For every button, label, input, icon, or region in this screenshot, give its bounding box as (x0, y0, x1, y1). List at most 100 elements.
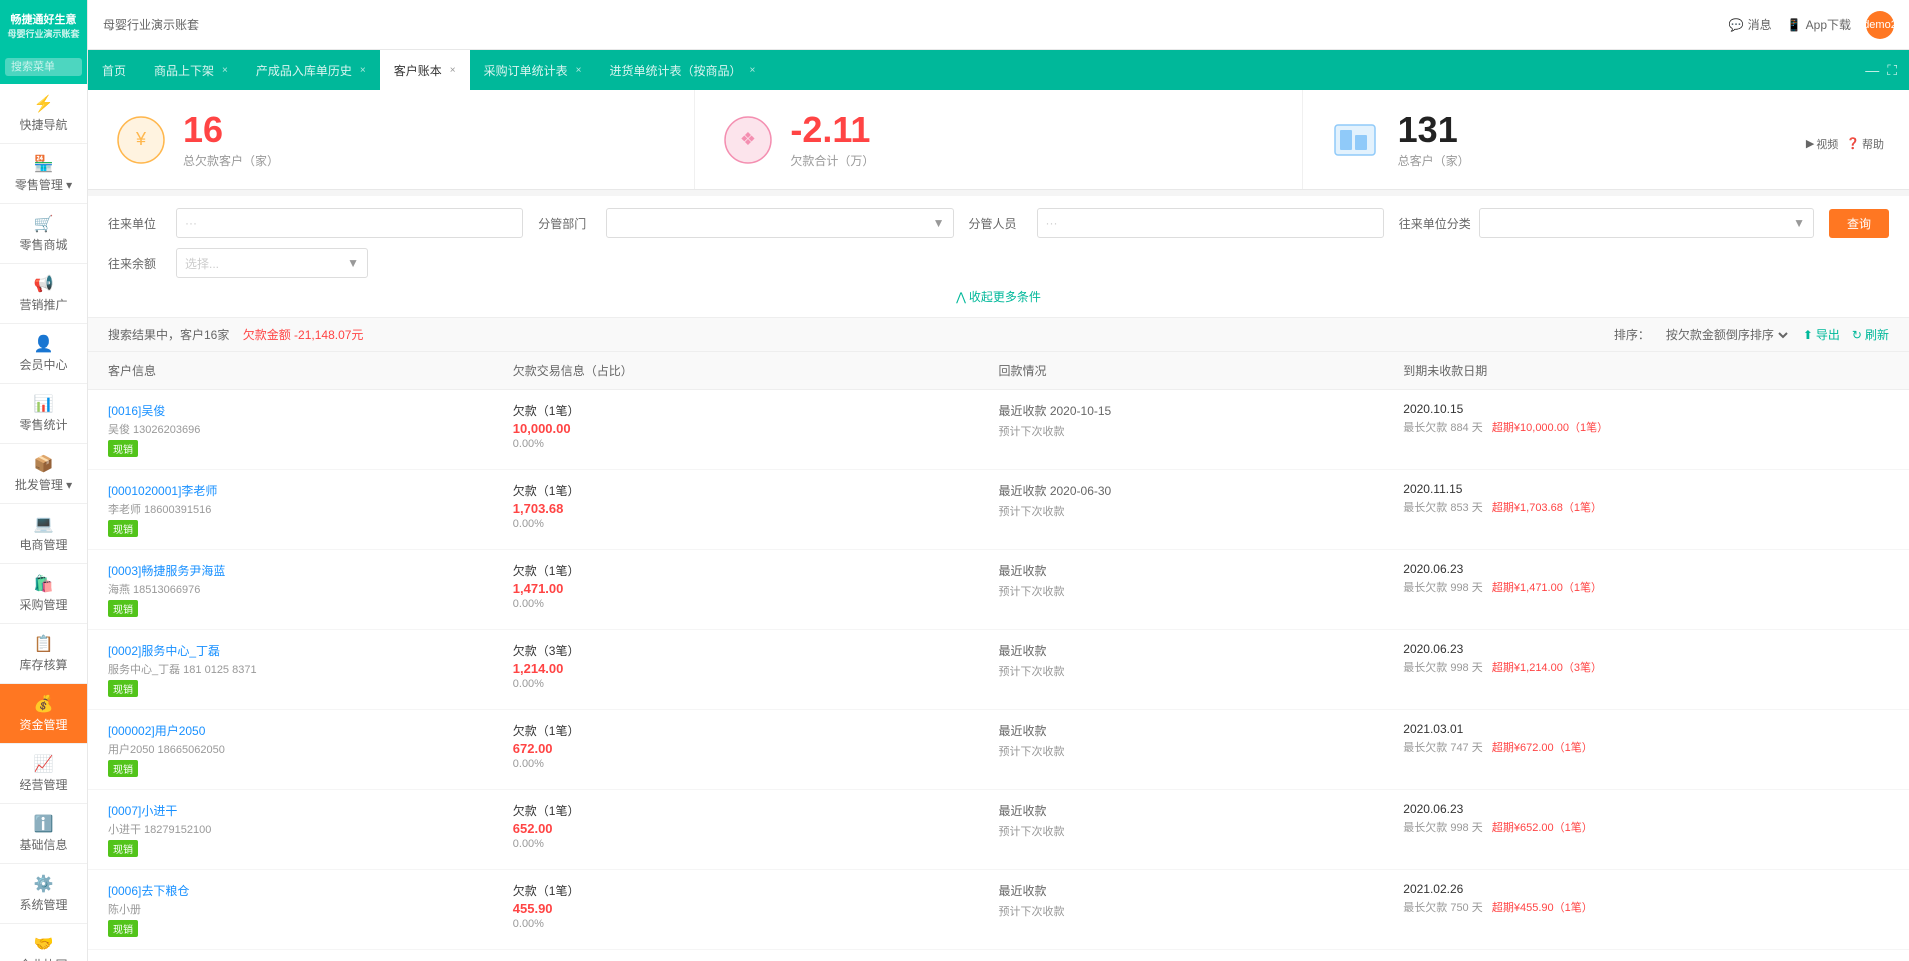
filter-dept-label: 分管部门 (538, 215, 598, 232)
search-input[interactable] (5, 58, 82, 76)
debt-count-3: 欠款（3笔） (513, 642, 999, 659)
sidebar-item-member[interactable]: 👤 会员中心 (0, 324, 87, 384)
customer-info-5: [0007]小进干 小进干 18279152100 现销 (108, 802, 513, 857)
export-button[interactable]: ⬆ 导出 (1803, 326, 1840, 343)
stats-bar: ¥ 16 总欠款客户（家） ❖ -2.11 欠款合计（ (88, 90, 1909, 190)
overdue-link-0[interactable]: 超期¥10,000.00（1笔） (1492, 422, 1608, 434)
message-button[interactable]: 💬 消息 (1729, 16, 1772, 33)
overdue-days-text-0: 最长欠款 884 天 (1403, 422, 1482, 434)
tab-minimize-button[interactable]: — (1861, 60, 1883, 80)
overdue-link-2[interactable]: 超期¥1,471.00（1笔） (1492, 582, 1602, 594)
customer-phone-0: 吴俊 13026203696 (108, 421, 513, 437)
filter-balance-select[interactable]: 选择... ▼ (176, 248, 368, 278)
tab-close-icon[interactable]: × (450, 65, 456, 76)
stat-number-debtors: 16 (183, 110, 669, 150)
topbar: 母婴行业演示账套 💬 消息 📱 App下载 demo2 (88, 0, 1909, 50)
sidebar-item-finance[interactable]: 💰 资金管理 (0, 684, 87, 744)
sidebar-item-batch-mgmt[interactable]: 📦 批发管理 ▾ (0, 444, 87, 504)
debt-percent-3: 0.00% (513, 678, 999, 690)
app-download-icon: 📱 (1787, 18, 1802, 32)
customer-name-6[interactable]: [0006]去下粮仓 (108, 882, 513, 899)
tab-close-icon[interactable]: × (576, 65, 582, 76)
customer-name-3[interactable]: [0002]服务中心_丁磊 (108, 642, 513, 659)
due-info-1: 2020.11.15 最长欠款 853 天 超期¥1,703.68（1笔） (1403, 482, 1889, 515)
due-info-0: 2020.10.15 最长欠款 884 天 超期¥10,000.00（1笔） (1403, 402, 1889, 435)
tab-inventory-stats[interactable]: 进货单统计表（按商品） × (595, 50, 769, 90)
sidebar-item-retail-mall[interactable]: 🛒 零售商城 (0, 204, 87, 264)
tab-customer-account[interactable]: 客户账本 × (380, 50, 470, 90)
stat-icon-debt: ❖ (720, 112, 775, 167)
overdue-link-4[interactable]: 超期¥672.00（1笔） (1492, 742, 1593, 754)
table-row: [000002]用户2050 用户2050 18665062050 现销 欠款（… (88, 710, 1909, 790)
customer-info-6: [0006]去下粮仓 陈小册 现销 (108, 882, 513, 937)
customer-tag-4: 现销 (108, 760, 138, 777)
sidebar-item-basic[interactable]: ℹ️ 基础信息 (0, 804, 87, 864)
return-next-5: 预计下次收款 (999, 823, 1404, 839)
filter-unit-class-select[interactable]: ▼ (1479, 208, 1814, 238)
customer-name-5[interactable]: [0007]小进干 (108, 802, 513, 819)
tab-home[interactable]: 首页 (88, 50, 140, 90)
topbar-subtitle: 母婴行业演示账套 (103, 18, 199, 32)
filter-source-unit: 往来单位 ··· (108, 208, 523, 238)
customer-name-0[interactable]: [0016]吴俊 (108, 402, 513, 419)
enterprise-icon: 🤝 (5, 934, 82, 954)
sidebar-item-retail-mgmt[interactable]: 🏪 零售管理 ▾ (0, 144, 87, 204)
sidebar-item-label: 企业协同 (5, 956, 82, 961)
return-info-3: 最近收款 预计下次收款 (999, 642, 1404, 679)
collapse-button[interactable]: ⋀ 收起更多条件 (956, 288, 1041, 305)
sidebar-item-retail-stats[interactable]: 📊 零售统计 (0, 384, 87, 444)
customer-name-1[interactable]: [0001020001]李老师 (108, 482, 513, 499)
filter-row-1: 往来单位 ··· 分管部门 ▼ 分管人员 ··· (108, 208, 1889, 238)
tab-maximize-button[interactable]: ⛶ (1883, 60, 1901, 81)
sidebar-item-marketing[interactable]: 📢 营销推广 (0, 264, 87, 324)
sidebar-item-purchase[interactable]: 🛍️ 采购管理 (0, 564, 87, 624)
debt-info-1: 欠款（1笔） 1,703.68 0.00% (513, 482, 999, 530)
sidebar-item-label: 零售管理 ▾ (5, 176, 82, 193)
table-row: [0001020001]李老师 李老师 18600391516 现销 欠款（1笔… (88, 470, 1909, 550)
filter-manager-input[interactable]: ··· (1037, 208, 1384, 238)
sidebar-item-label: 采购管理 (5, 596, 82, 613)
sidebar-item-label: 批发管理 ▾ (5, 476, 82, 493)
table-row: [0016]吴俊 吴俊 13026203696 现销 欠款（1笔） 10,000… (88, 390, 1909, 470)
tab-product-offshelf[interactable]: 商品上下架 × (140, 50, 242, 90)
overdue-link-1[interactable]: 超期¥1,703.68（1笔） (1492, 502, 1602, 514)
tab-purchase-order[interactable]: 采购订单统计表 × (470, 50, 596, 90)
overdue-days-5: 最长欠款 998 天 超期¥652.00（1笔） (1403, 819, 1889, 835)
sidebar-item-quick-nav[interactable]: ⚡ 快捷导航 (0, 84, 87, 144)
tab-close-icon[interactable]: × (360, 65, 366, 76)
filter-dept-select[interactable]: ▼ (606, 208, 953, 238)
table-row: [000001]黄思源 黄思源 13552700226 现销 欠款（1笔） 42… (88, 950, 1909, 961)
sidebar-item-system[interactable]: ⚙️ 系统管理 (0, 864, 87, 924)
message-label: 消息 (1748, 16, 1772, 33)
sort-select[interactable]: 按欠款金额倒序排序 (1662, 327, 1791, 343)
user-avatar[interactable]: demo2 (1866, 11, 1894, 39)
refresh-button[interactable]: ↻ 刷新 (1852, 326, 1889, 343)
video-button[interactable]: ▶ 视频 (1806, 136, 1838, 152)
search-button[interactable]: 查询 (1829, 209, 1889, 238)
overdue-link-3[interactable]: 超期¥1,214.00（3笔） (1492, 662, 1602, 674)
stat-icon-debtors: ¥ (113, 112, 168, 167)
retail-mall-icon: 🛒 (5, 214, 82, 234)
content-area: ¥ 16 总欠款客户（家） ❖ -2.11 欠款合计（ (88, 90, 1909, 961)
customer-name-2[interactable]: [0003]畅捷服务尹海蓝 (108, 562, 513, 579)
sidebar-item-label: 营销推广 (5, 296, 82, 313)
tab-close-icon[interactable]: × (749, 65, 755, 76)
sidebar-item-inventory[interactable]: 📋 库存核算 (0, 624, 87, 684)
help-button[interactable]: ❓ 帮助 (1846, 136, 1884, 152)
sidebar-item-ecommerce[interactable]: 💻 电商管理 (0, 504, 87, 564)
return-next-0: 预计下次收款 (999, 423, 1404, 439)
filter-bar: 往来单位 ··· 分管部门 ▼ 分管人员 ··· (88, 196, 1909, 317)
col-header-debt: 欠款交易信息（占比） (513, 362, 999, 379)
overdue-link-6[interactable]: 超期¥455.90（1笔） (1492, 902, 1593, 914)
sidebar-item-ops[interactable]: 📈 经营管理 (0, 744, 87, 804)
sidebar-item-enterprise[interactable]: 🤝 企业协同 (0, 924, 87, 961)
debt-info-2: 欠款（1笔） 1,471.00 0.00% (513, 562, 999, 610)
customer-phone-4: 用户2050 18665062050 (108, 741, 513, 757)
filter-source-unit-input[interactable]: ··· (176, 208, 523, 238)
overdue-link-5[interactable]: 超期¥652.00（1笔） (1492, 822, 1593, 834)
tab-production-history[interactable]: 产成品入库单历史 × (242, 50, 380, 90)
debt-amount-2: 1,471.00 (513, 581, 999, 596)
app-download-button[interactable]: 📱 App下载 (1787, 16, 1851, 33)
tab-close-icon[interactable]: × (222, 65, 228, 76)
customer-name-4[interactable]: [000002]用户2050 (108, 722, 513, 739)
